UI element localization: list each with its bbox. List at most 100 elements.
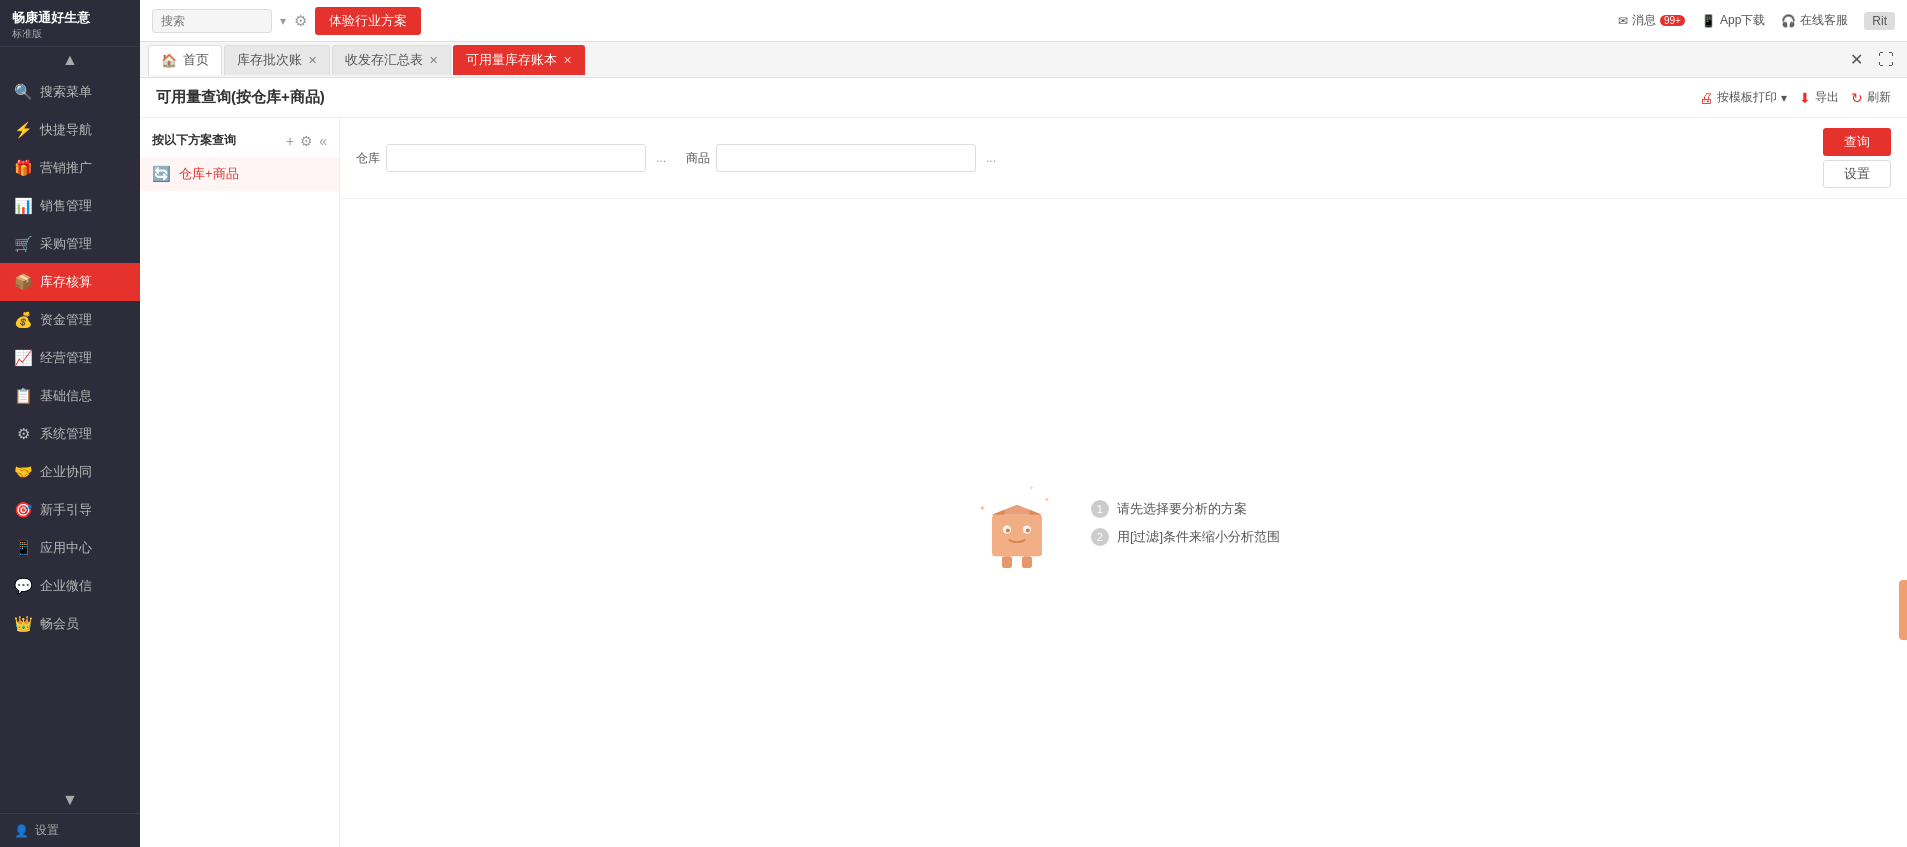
sidebar-item-wechat[interactable]: 💬 企业微信 bbox=[0, 567, 140, 605]
sidebar-bottom[interactable]: 👤 设置 bbox=[0, 813, 140, 847]
empty-hints: 1 请先选择要分析的方案 2 用[过滤]条件来缩小分析范围 bbox=[1091, 500, 1280, 546]
refresh-label: 刷新 bbox=[1867, 89, 1891, 106]
tab-home[interactable]: 🏠 首页 bbox=[148, 45, 222, 75]
home-icon: 🏠 bbox=[161, 53, 177, 68]
message-btn[interactable]: ✉ 消息 99+ bbox=[1618, 12, 1685, 29]
filter-add-icon[interactable]: + bbox=[286, 133, 294, 149]
product-input[interactable] bbox=[716, 144, 976, 172]
sidebar-item-shortcut[interactable]: ⚡ 快捷导航 bbox=[0, 111, 140, 149]
sidebar-item-purchase[interactable]: 🛒 采购管理 bbox=[0, 225, 140, 263]
industry-btn[interactable]: 体验行业方案 bbox=[315, 7, 421, 35]
trend-icon: 📈 bbox=[14, 349, 32, 367]
tab-available[interactable]: 可用量库存账本 ✕ bbox=[453, 45, 585, 75]
search-icon: 🔍 bbox=[14, 83, 32, 101]
message-badge: 99+ bbox=[1660, 15, 1685, 26]
gear-icon: ⚙ bbox=[14, 425, 32, 443]
user-avatar[interactable]: Rit bbox=[1864, 12, 1895, 30]
tab-batch[interactable]: 库存批次账 ✕ bbox=[224, 45, 330, 75]
list-icon: 📋 bbox=[14, 387, 32, 405]
headset-icon: 🎧 bbox=[1781, 14, 1796, 28]
tabs-right-actions: ✕ ⛶ bbox=[1843, 47, 1899, 73]
sidebar-scroll-down[interactable]: ▼ bbox=[0, 787, 140, 813]
hint-text-2: 用[过滤]条件来缩小分析范围 bbox=[1117, 528, 1280, 546]
warehouse-more-btn[interactable]: ... bbox=[652, 149, 670, 167]
search-input[interactable] bbox=[152, 9, 272, 33]
sidebar-item-newbie[interactable]: 🎯 新手引导 bbox=[0, 491, 140, 529]
chevron-down-icon[interactable]: ▾ bbox=[280, 14, 286, 28]
query-panel: 仓库 ... 商品 ... 查询 设置 bbox=[340, 118, 1907, 847]
wechat-icon: 💬 bbox=[14, 577, 32, 595]
sidebar-item-label: 销售管理 bbox=[40, 197, 92, 215]
sidebar-item-member[interactable]: 👑 畅会员 bbox=[0, 605, 140, 643]
sidebar-item-label: 搜索菜单 bbox=[40, 83, 92, 101]
sidebar-item-search[interactable]: 🔍 搜索菜单 bbox=[0, 73, 140, 111]
sidebar-item-inventory[interactable]: 📦 库存核算 bbox=[0, 263, 140, 301]
topbar: ▾ ⚙ 体验行业方案 ✉ 消息 99+ 📱 App下载 🎧 在线客服 Rit bbox=[140, 0, 1907, 42]
export-btn[interactable]: ⬇ 导出 bbox=[1799, 89, 1839, 106]
sidebar-item-label: 企业微信 bbox=[40, 577, 92, 595]
tab-home-label: 首页 bbox=[183, 51, 209, 69]
print-btn[interactable]: 🖨 按模板打印 ▾ bbox=[1699, 89, 1787, 106]
sidebar-item-finance[interactable]: 💰 资金管理 bbox=[0, 301, 140, 339]
message-label: 消息 bbox=[1632, 12, 1656, 29]
tab-summary-close[interactable]: ✕ bbox=[429, 54, 438, 67]
filter-settings-icon[interactable]: ⚙ bbox=[300, 133, 313, 149]
settings-icon[interactable]: ⚙ bbox=[294, 12, 307, 30]
tab-summary[interactable]: 收发存汇总表 ✕ bbox=[332, 45, 451, 75]
svg-point-4 bbox=[1026, 528, 1030, 532]
filter-item-warehouse-product[interactable]: 🔄 仓库+商品 bbox=[140, 157, 339, 191]
cart-icon: 🛒 bbox=[14, 235, 32, 253]
sidebar-item-marketing[interactable]: 🎁 营销推广 bbox=[0, 149, 140, 187]
app-name: 畅康通好生意 bbox=[12, 10, 128, 27]
svg-rect-9 bbox=[1022, 556, 1032, 568]
hint-text-1: 请先选择要分析的方案 bbox=[1117, 500, 1247, 518]
lightning-icon: ⚡ bbox=[14, 121, 32, 139]
svg-text:✦: ✦ bbox=[979, 503, 986, 513]
export-label: 导出 bbox=[1815, 89, 1839, 106]
right-scroll-indicator[interactable] bbox=[1899, 580, 1907, 640]
page-header: 可用量查询(按仓库+商品) 🖨 按模板打印 ▾ ⬇ 导出 ↻ 刷新 bbox=[140, 78, 1907, 118]
sidebar-item-label: 资金管理 bbox=[40, 311, 92, 329]
tab-bar: 🏠 首页 库存批次账 ✕ 收发存汇总表 ✕ 可用量库存账本 ✕ ✕ ⛶ bbox=[140, 42, 1907, 78]
sidebar: 畅康通好生意 标准版 ▲ 🔍 搜索菜单 ⚡ 快捷导航 🎁 营销推广 📊 销售管理… bbox=[0, 0, 140, 847]
sidebar-scroll-up[interactable]: ▲ bbox=[0, 47, 140, 73]
empty-hint-2: 2 用[过滤]条件来缩小分析范围 bbox=[1091, 528, 1280, 546]
online-service-btn[interactable]: 🎧 在线客服 bbox=[1781, 12, 1848, 29]
refresh-btn[interactable]: ↻ 刷新 bbox=[1851, 89, 1891, 106]
filter-collapse-icon[interactable]: « bbox=[319, 133, 327, 149]
chart-icon: 📊 bbox=[14, 197, 32, 215]
warehouse-input[interactable] bbox=[386, 144, 646, 172]
page-header-actions: 🖨 按模板打印 ▾ ⬇ 导出 ↻ 刷新 bbox=[1699, 89, 1891, 106]
sidebar-item-sales[interactable]: 📊 销售管理 bbox=[0, 187, 140, 225]
tab-expand-btn[interactable]: ⛶ bbox=[1873, 47, 1899, 73]
filter-header: 按以下方案查询 + ⚙ « bbox=[140, 128, 339, 157]
sidebar-nav: 🔍 搜索菜单 ⚡ 快捷导航 🎁 营销推广 📊 销售管理 🛒 采购管理 📦 库存核… bbox=[0, 73, 140, 787]
sidebar-item-label: 基础信息 bbox=[40, 387, 92, 405]
sidebar-item-label: 营销推广 bbox=[40, 159, 92, 177]
chevron-print-icon[interactable]: ▾ bbox=[1781, 91, 1787, 105]
message-icon: ✉ bbox=[1618, 14, 1628, 28]
tab-close-btn[interactable]: ✕ bbox=[1843, 47, 1869, 73]
query-settings-btn[interactable]: 设置 bbox=[1823, 160, 1891, 188]
tab-batch-close[interactable]: ✕ bbox=[308, 54, 317, 67]
filter-panel-title: 按以下方案查询 bbox=[152, 132, 236, 149]
empty-hint-1: 1 请先选择要分析的方案 bbox=[1091, 500, 1280, 518]
query-actions: 查询 设置 bbox=[1823, 128, 1891, 188]
sidebar-item-appcenter[interactable]: 📱 应用中心 bbox=[0, 529, 140, 567]
sidebar-item-basic[interactable]: 📋 基础信息 bbox=[0, 377, 140, 415]
app-download-btn[interactable]: 📱 App下载 bbox=[1701, 12, 1765, 29]
sidebar-item-system[interactable]: ⚙ 系统管理 bbox=[0, 415, 140, 453]
topbar-right: ✉ 消息 99+ 📱 App下载 🎧 在线客服 Rit bbox=[1618, 12, 1895, 30]
tab-available-close[interactable]: ✕ bbox=[563, 54, 572, 67]
svg-text:✦: ✦ bbox=[1029, 485, 1034, 491]
product-more-btn[interactable]: ... bbox=[982, 149, 1000, 167]
sidebar-item-enterprise[interactable]: 🤝 企业协同 bbox=[0, 453, 140, 491]
app-download-label: App下载 bbox=[1720, 12, 1765, 29]
query-btn[interactable]: 查询 bbox=[1823, 128, 1891, 156]
empty-illustration: ✦ ✦ ✦ bbox=[967, 473, 1067, 573]
sidebar-item-operation[interactable]: 📈 经营管理 bbox=[0, 339, 140, 377]
handshake-icon: 🤝 bbox=[14, 463, 32, 481]
svg-text:✦: ✦ bbox=[1044, 496, 1050, 503]
warehouse-field-group: 仓库 ... bbox=[356, 144, 670, 172]
phone-icon: 📱 bbox=[1701, 14, 1716, 28]
